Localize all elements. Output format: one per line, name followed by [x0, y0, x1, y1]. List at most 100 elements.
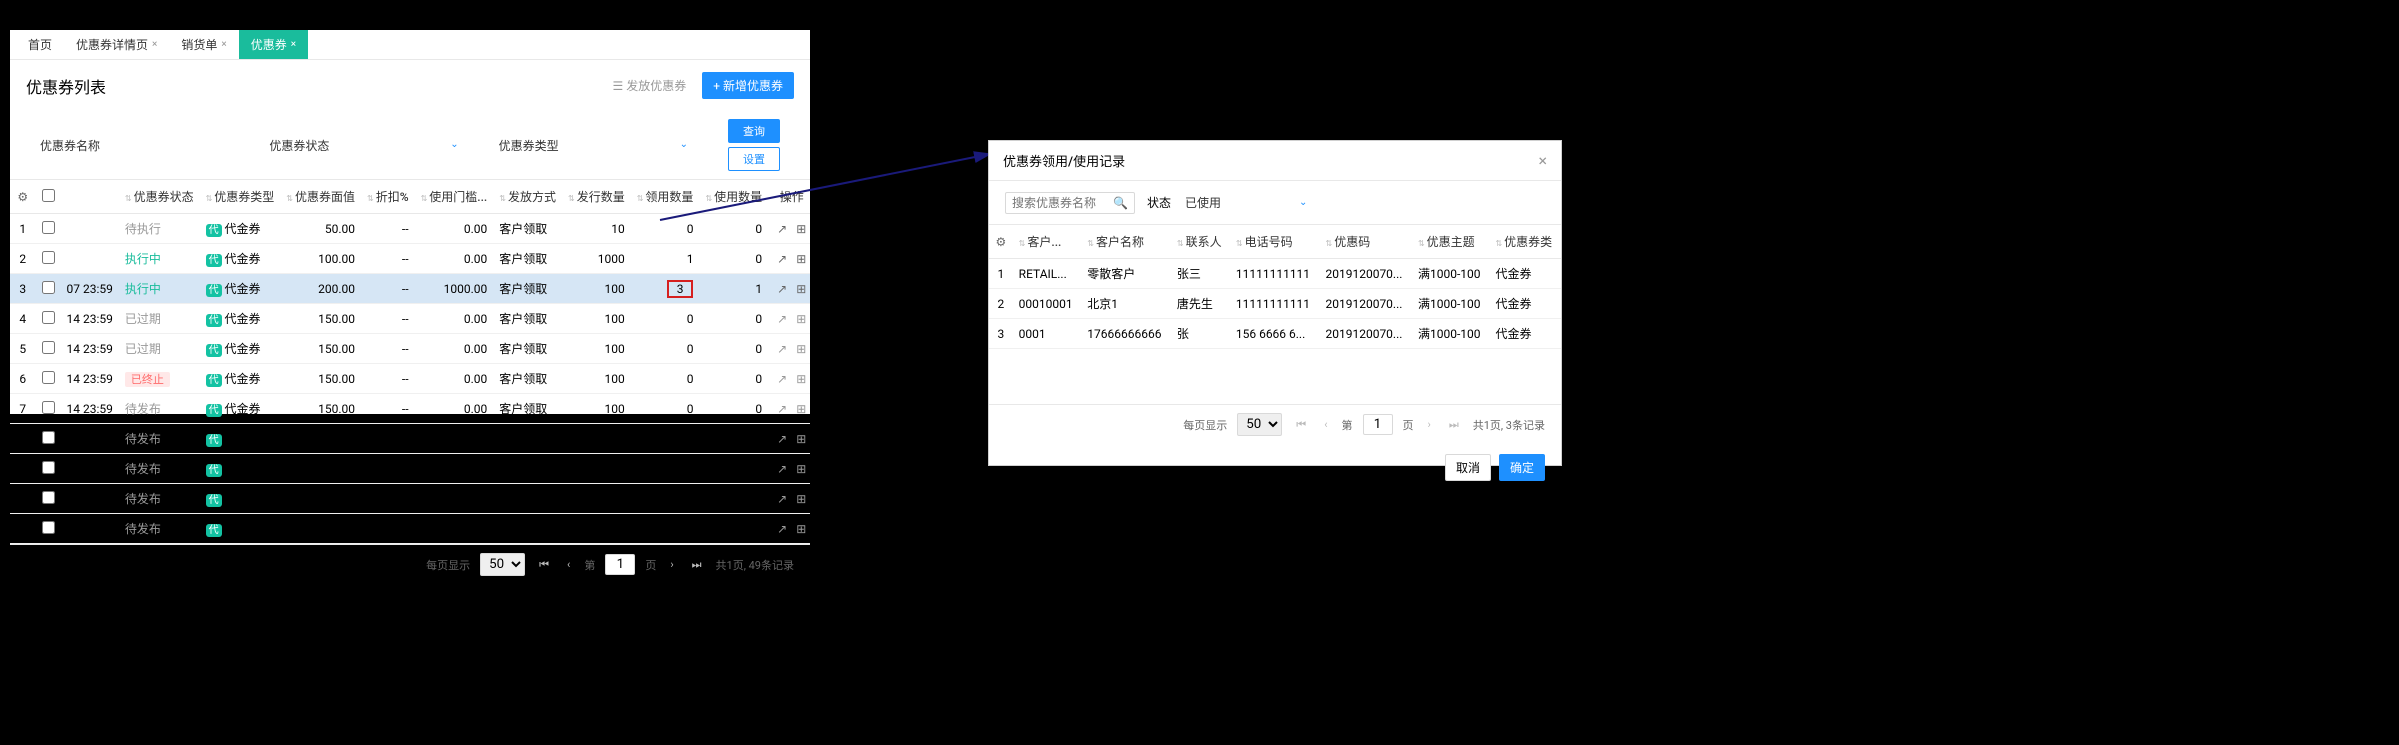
share-icon[interactable]: ↗ [777, 462, 787, 476]
search-input[interactable] [1012, 196, 1107, 210]
share-icon[interactable]: ↗ [777, 252, 787, 266]
qr-icon[interactable]: ⊞ [796, 462, 806, 476]
table-row[interactable]: 1 RETAIL... 零散客户 张三 11111111111 20191200… [989, 259, 1561, 289]
table-row[interactable]: 1 待执行 代 代金券 50.00 -- 0.00 客户领取 10 0 0 ↗ … [10, 214, 810, 244]
col-discount[interactable]: 折扣% [361, 180, 415, 214]
per-page-select[interactable]: 50 [480, 553, 525, 576]
col-coupon-type[interactable]: 优惠券类 [1489, 225, 1561, 259]
share-icon[interactable]: ↗ [777, 222, 787, 236]
table-row[interactable]: 3 07 23:59 执行中 代 代金券 200.00 -- 1000.00 客… [10, 274, 810, 304]
tab-coupon-detail[interactable]: 优惠券详情页× [64, 30, 169, 59]
col-threshold[interactable]: 使用门槛... [415, 180, 494, 214]
select-all-checkbox[interactable] [42, 189, 55, 202]
table-row[interactable]: 11 14 23:59 待发布 代 代金券 150.00 -- 0.00 客户领… [10, 514, 810, 544]
share-icon[interactable]: ↗ [777, 282, 787, 296]
close-icon[interactable]: × [152, 39, 157, 50]
col-issued[interactable]: 发行数量 [562, 180, 631, 214]
search-icon[interactable]: 🔍 [1113, 196, 1128, 210]
row-checkbox[interactable] [42, 401, 55, 414]
share-icon[interactable]: ↗ [777, 312, 787, 326]
qr-icon[interactable]: ⊞ [796, 522, 806, 536]
table-row[interactable]: 8 14 23:59 待发布 代 代金券 150.00 -- 0.00 客户领取… [10, 424, 810, 454]
qr-icon[interactable]: ⊞ [796, 252, 806, 266]
gear-icon[interactable]: ⚙ [17, 190, 28, 204]
page-input[interactable] [1363, 414, 1393, 435]
page-input[interactable] [605, 554, 635, 575]
row-checkbox[interactable] [42, 281, 55, 294]
row-checkbox[interactable] [42, 491, 55, 504]
qr-icon[interactable]: ⊞ [796, 222, 806, 236]
table-row[interactable]: 4 14 23:59 已过期 代 代金券 150.00 -- 0.00 客户领取… [10, 304, 810, 334]
share-icon[interactable]: ↗ [777, 492, 787, 506]
status-filter-select[interactable]: 已使用 [1179, 191, 1251, 214]
qr-icon[interactable]: ⊞ [796, 432, 806, 446]
table-row[interactable]: 2 执行中 代 代金券 100.00 -- 0.00 客户领取 1000 1 0… [10, 244, 810, 274]
tab-coupons[interactable]: 优惠券× [239, 30, 308, 59]
row-checkbox[interactable] [42, 341, 55, 354]
per-page-select[interactable]: 50 [1237, 413, 1282, 436]
row-checkbox[interactable] [42, 521, 55, 534]
qr-icon[interactable]: ⊞ [796, 312, 806, 326]
next-page-icon[interactable]: › [666, 558, 677, 571]
qr-icon[interactable]: ⊞ [796, 342, 806, 356]
filter-type-select[interactable]: ⌄ [567, 135, 688, 155]
share-icon[interactable]: ↗ [777, 342, 787, 356]
next-page-icon[interactable]: › [1424, 418, 1435, 431]
share-icon[interactable]: ↗ [777, 372, 787, 386]
table-row[interactable]: 10 14 23:59 待发布 代 代金券 150.00 -- 0.00 客户领… [10, 484, 810, 514]
col-customer-code[interactable]: 客户... [1013, 225, 1082, 259]
qr-icon[interactable]: ⊞ [796, 402, 806, 416]
row-checkbox[interactable] [42, 251, 55, 264]
col-claimed[interactable]: 领用数量 [631, 180, 700, 214]
share-icon[interactable]: ↗ [777, 522, 787, 536]
settings-button[interactable]: 设置 [728, 147, 780, 171]
prev-page-icon[interactable]: ‹ [1320, 418, 1331, 431]
row-checkbox[interactable] [42, 221, 55, 234]
col-method[interactable]: 发放方式 [493, 180, 562, 214]
col-face[interactable]: 优惠券面值 [280, 180, 361, 214]
col-customer-name[interactable]: 客户名称 [1081, 225, 1171, 259]
col-used[interactable]: 使用数量 [699, 180, 768, 214]
row-checkbox[interactable] [42, 311, 55, 324]
close-icon[interactable]: × [221, 39, 226, 50]
col-phone[interactable]: 电话号码 [1230, 225, 1320, 259]
chevron-down-icon: ⌄ [680, 139, 688, 150]
table-row[interactable]: 5 14 23:59 已过期 代 代金券 150.00 -- 0.00 客户领取… [10, 334, 810, 364]
issue-coupon-button[interactable]: ☰ 发放优惠券 [602, 73, 696, 98]
add-coupon-button[interactable]: + 新增优惠券 [702, 72, 794, 99]
table-row[interactable]: 2 00010001 北京1 唐先生 11111111111 201912007… [989, 289, 1561, 319]
close-icon[interactable]: × [291, 39, 296, 50]
col-type[interactable]: 优惠券类型 [200, 180, 281, 214]
query-button[interactable]: 查询 [728, 119, 780, 143]
confirm-button[interactable]: 确定 [1499, 454, 1545, 481]
col-status[interactable]: 优惠券状态 [119, 180, 200, 214]
filter-name-input[interactable] [108, 141, 229, 150]
share-icon[interactable]: ↗ [777, 402, 787, 416]
col-theme[interactable]: 优惠主题 [1412, 225, 1490, 259]
col-contact[interactable]: 联系人 [1171, 225, 1230, 259]
row-checkbox[interactable] [42, 461, 55, 474]
qr-icon[interactable]: ⊞ [796, 282, 806, 296]
row-checkbox[interactable] [42, 431, 55, 444]
tab-sales[interactable]: 销货单× [169, 30, 238, 59]
first-page-icon[interactable]: ⏮ [535, 558, 553, 572]
filter-status-select[interactable]: ⌄ [337, 135, 458, 155]
cancel-button[interactable]: 取消 [1445, 454, 1491, 481]
qr-icon[interactable]: ⊞ [796, 492, 806, 506]
gear-icon[interactable]: ⚙ [995, 235, 1006, 249]
tab-home[interactable]: 首页 [16, 30, 64, 59]
last-page-icon[interactable]: ⏭ [688, 558, 706, 572]
last-page-icon[interactable]: ⏭ [1445, 418, 1463, 432]
share-icon[interactable]: ↗ [777, 432, 787, 446]
table-row[interactable]: 7 14 23:59 待发布 代 代金券 150.00 -- 0.00 客户领取… [10, 394, 810, 424]
col-code[interactable]: 优惠码 [1319, 225, 1411, 259]
row-checkbox[interactable] [42, 371, 55, 384]
close-icon[interactable]: × [1538, 151, 1547, 170]
first-page-icon[interactable]: ⏮ [1292, 418, 1310, 432]
table-row[interactable]: 6 14 23:59 已终止 代 代金券 150.00 -- 0.00 客户领取… [10, 364, 810, 394]
qr-icon[interactable]: ⊞ [796, 372, 806, 386]
search-input-wrap[interactable]: 🔍 [1005, 192, 1135, 214]
table-row[interactable]: 3 0001 17666666666 张 156 6666 6... 20191… [989, 319, 1561, 349]
prev-page-icon[interactable]: ‹ [563, 558, 574, 571]
table-row[interactable]: 9 14 23:59 待发布 代 代金券 150.00 -- 0.00 客户领取… [10, 454, 810, 484]
